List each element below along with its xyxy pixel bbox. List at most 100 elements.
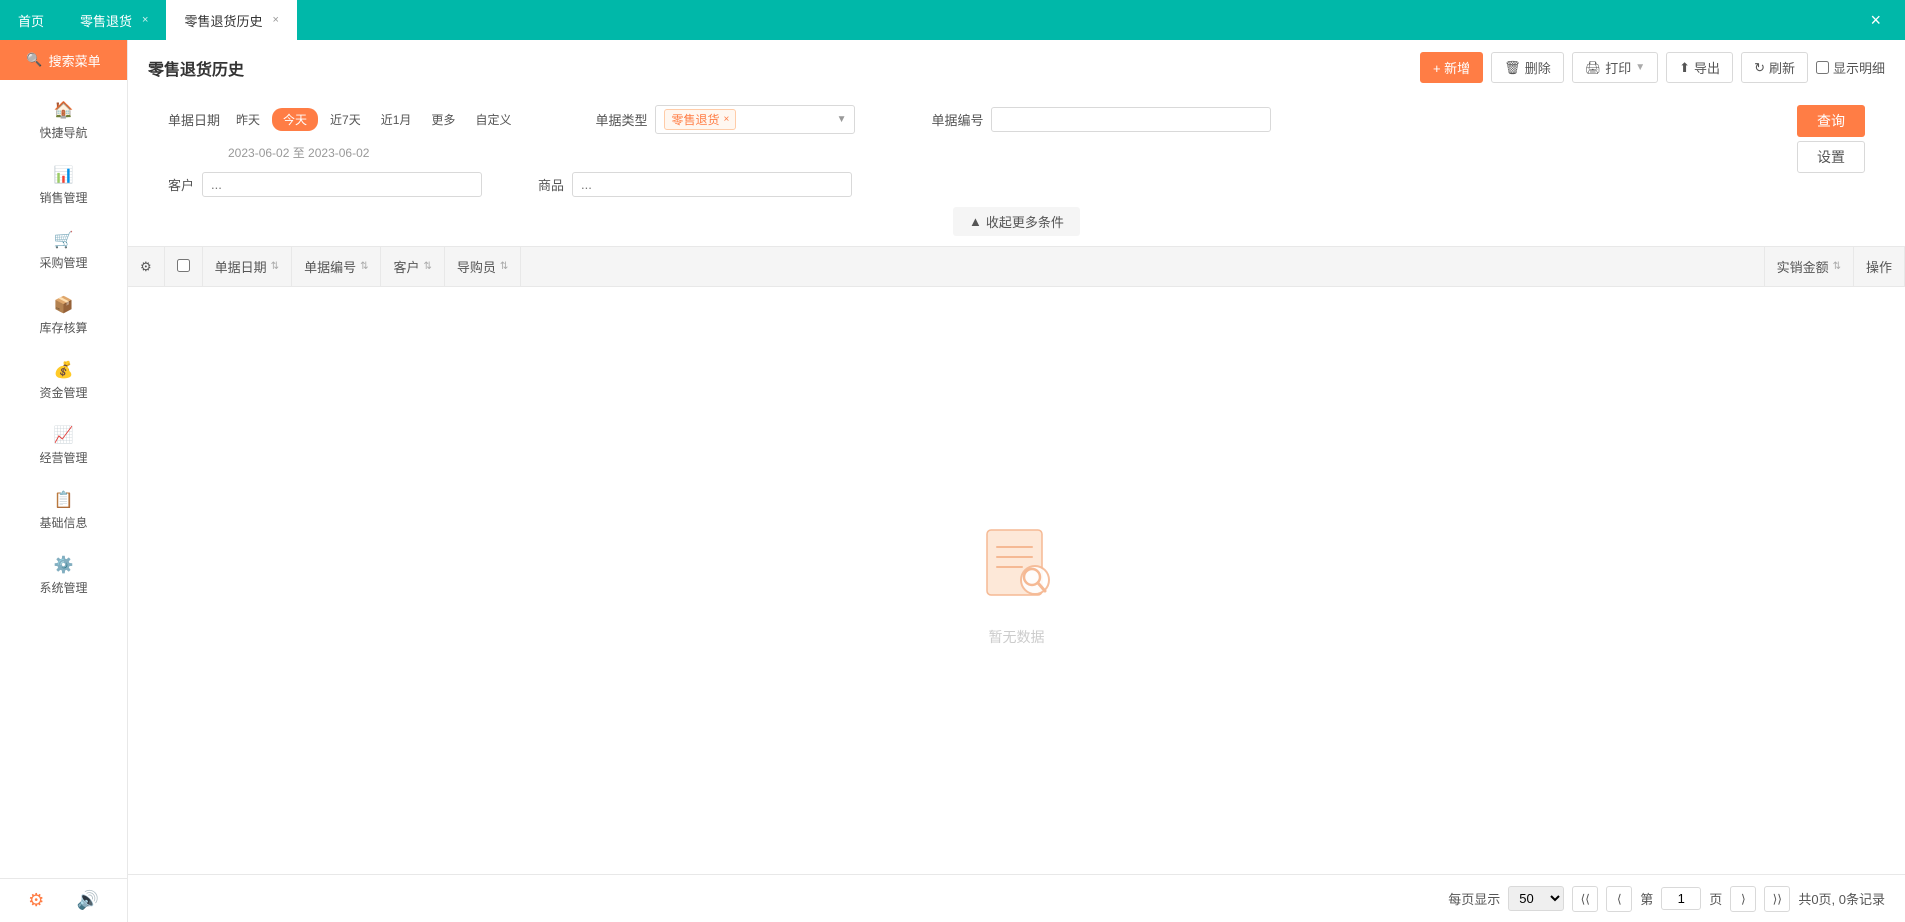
tab-close-retail-return[interactable]: × [142, 14, 148, 26]
sys-mgmt-icon: ⚙️ [54, 555, 74, 575]
table-container: ⚙ 单据日期 ⇅ 单据编号 [128, 247, 1905, 874]
sidebar-item-sys-mgmt[interactable]: ⚙️ 系统管理 [0, 543, 127, 608]
sidebar-item-label: 系统管理 [39, 579, 87, 596]
purchase-mgmt-icon: 🛒 [54, 230, 74, 250]
tab-retail-return-history[interactable]: 零售退货历史 × [166, 0, 296, 40]
sidebar-bottom: ⚙ 🔊 [0, 878, 127, 922]
first-page-button[interactable]: ⟨⟨ [1572, 886, 1598, 912]
date-custom-btn[interactable]: 自定义 [467, 108, 519, 131]
sort-customer-icon: ⇅ [423, 261, 431, 272]
content-area: 零售退货历史 + 新增 🗑 删除 🖨 打印 ▼ ⬆ 导出 [128, 40, 1905, 922]
empty-text: 暂无数据 [989, 627, 1045, 647]
customer-input[interactable] [202, 172, 482, 197]
tab-label: 零售退货历史 [184, 11, 262, 30]
pagination-bar: 每页显示 20 50 100 ⟨⟨ ⟨ 第 页 ⟩ ⟩⟩ 共0页, 0条记录 [128, 874, 1905, 922]
sidebar-item-operations[interactable]: 📈 经营管理 [0, 413, 127, 478]
sort-amount-icon: ⇅ [1833, 261, 1841, 272]
delete-button[interactable]: 🗑 删除 [1491, 52, 1564, 83]
customer-filter-item: 客户 [168, 172, 482, 197]
th-number: 单据编号 ⇅ [292, 247, 381, 287]
prev-page-button[interactable]: ⟨ [1606, 886, 1632, 912]
th-checkbox [164, 247, 202, 287]
operations-icon: 📈 [54, 425, 74, 445]
sort-amount[interactable]: 实销金额 ⇅ [1777, 257, 1841, 276]
refresh-button[interactable]: ↻ 刷新 [1741, 52, 1808, 83]
settings-icon[interactable]: ⚙ [28, 890, 44, 911]
date-today-btn[interactable]: 今天 [272, 108, 318, 131]
sales-mgmt-icon: 📊 [54, 165, 74, 185]
sort-number[interactable]: 单据编号 ⇅ [304, 257, 368, 276]
goods-input[interactable] [572, 172, 852, 197]
show-detail-checkbox[interactable] [1816, 61, 1829, 74]
inventory-icon: 📦 [54, 295, 74, 315]
main-layout: 🔍 搜索菜单 🏠 快捷导航 📊 销售管理 🛒 采购管理 📦 库存核算 💰 资金管… [0, 40, 1905, 922]
add-button[interactable]: + 新增 [1420, 52, 1483, 83]
sidebar-item-label: 库存核算 [39, 319, 87, 336]
filter-row-1: 单据日期 昨天 今天 近7天 近1月 更多 自定义 [168, 105, 1773, 134]
th-actions: 操作 [1853, 247, 1904, 287]
bill-number-label: 单据编号 [931, 110, 983, 129]
bill-type-dropdown-icon: ▼ [837, 114, 847, 125]
empty-state: 暂无数据 [128, 287, 1905, 874]
collapse-filter-button[interactable]: ▲ 收起更多条件 [953, 207, 1080, 236]
tab-home[interactable]: 首页 [0, 0, 62, 40]
print-button[interactable]: 🖨 打印 ▼ [1572, 52, 1658, 83]
top-bar: 首页零售退货× 零售退货历史 × × [0, 0, 1905, 40]
table-header-row: ⚙ 单据日期 ⇅ 单据编号 [128, 247, 1905, 287]
sidebar-item-purchase-mgmt[interactable]: 🛒 采购管理 [0, 218, 127, 283]
next-page-button[interactable]: ⟩ [1730, 886, 1756, 912]
goods-label: 商品 [538, 175, 564, 194]
refresh-icon: ↻ [1754, 60, 1765, 76]
top-bar-right: × [1862, 10, 1905, 31]
sidebar-search-button[interactable]: 🔍 搜索菜单 [0, 40, 127, 80]
filter-settings-button[interactable]: 设置 [1797, 141, 1865, 173]
print-icon: 🖨 [1585, 60, 1602, 76]
date-filter-label: 单据日期 [168, 110, 220, 129]
page-title-row: 零售退货历史 + 新增 🗑 删除 🖨 打印 ▼ ⬆ 导出 [148, 52, 1885, 83]
empty-illustration [967, 515, 1067, 615]
date-7days-btn[interactable]: 近7天 [322, 108, 369, 131]
sort-customer[interactable]: 客户 ⇅ [393, 257, 431, 276]
sort-guide-icon: ⇅ [500, 261, 508, 272]
query-button[interactable]: 查询 [1797, 105, 1865, 137]
sidebar-item-sales-mgmt[interactable]: 📊 销售管理 [0, 153, 127, 218]
audio-icon[interactable]: 🔊 [76, 890, 98, 911]
tab-close-retail-return-history[interactable]: × [272, 14, 278, 26]
sidebar-item-inventory[interactable]: 📦 库存核算 [0, 283, 127, 348]
page-label: 第 [1640, 889, 1653, 908]
base-info-icon: 📋 [54, 490, 74, 510]
sidebar-item-quick-nav[interactable]: 🏠 快捷导航 [0, 88, 127, 153]
table-header: ⚙ 单据日期 ⇅ 单据编号 [128, 247, 1905, 287]
sidebar-nav: 🏠 快捷导航 📊 销售管理 🛒 采购管理 📦 库存核算 💰 资金管理 📈 经营管… [0, 80, 127, 878]
delete-icon: 🗑 [1504, 60, 1521, 76]
page-number-input[interactable] [1661, 887, 1701, 910]
sidebar-item-base-info[interactable]: 📋 基础信息 [0, 478, 127, 543]
date-more-btn[interactable]: 更多 [423, 108, 463, 131]
export-icon: ⬆ [1679, 60, 1690, 76]
sort-date[interactable]: 单据日期 ⇅ [215, 257, 279, 276]
show-detail-checkbox-label[interactable]: 显示明细 [1816, 58, 1885, 77]
sidebar-item-label: 资金管理 [39, 384, 87, 401]
last-page-button[interactable]: ⟩⟩ [1764, 886, 1790, 912]
sidebar-item-label: 基础信息 [39, 514, 87, 531]
page-unit: 页 [1709, 889, 1722, 908]
select-all-checkbox[interactable] [177, 259, 190, 272]
settings-icon[interactable]: ⚙ [140, 259, 152, 274]
bill-type-label: 单据类型 [595, 110, 647, 129]
window-close-button[interactable]: × [1862, 10, 1889, 31]
bill-number-filter-item: 单据编号 [931, 107, 1271, 132]
bill-type-select[interactable]: 零售退货 × ▼ [655, 105, 855, 134]
sidebar-item-label: 销售管理 [39, 189, 87, 206]
total-info: 共0页, 0条记录 [1798, 889, 1885, 908]
sidebar-item-finance[interactable]: 💰 资金管理 [0, 348, 127, 413]
tab-list: 首页零售退货× 零售退货历史 × [0, 0, 1862, 40]
th-amount: 实销金额 ⇅ [1764, 247, 1853, 287]
date-1month-btn[interactable]: 近1月 [373, 108, 420, 131]
export-button[interactable]: ⬆ 导出 [1666, 52, 1733, 83]
bill-number-input[interactable] [991, 107, 1271, 132]
page-size-select[interactable]: 20 50 100 [1508, 886, 1564, 911]
bill-type-tag-close[interactable]: × [723, 114, 729, 125]
date-yesterday-btn[interactable]: 昨天 [228, 108, 268, 131]
sort-guide[interactable]: 导购员 ⇅ [457, 257, 508, 276]
tab-retail-return[interactable]: 零售退货× [62, 0, 166, 40]
